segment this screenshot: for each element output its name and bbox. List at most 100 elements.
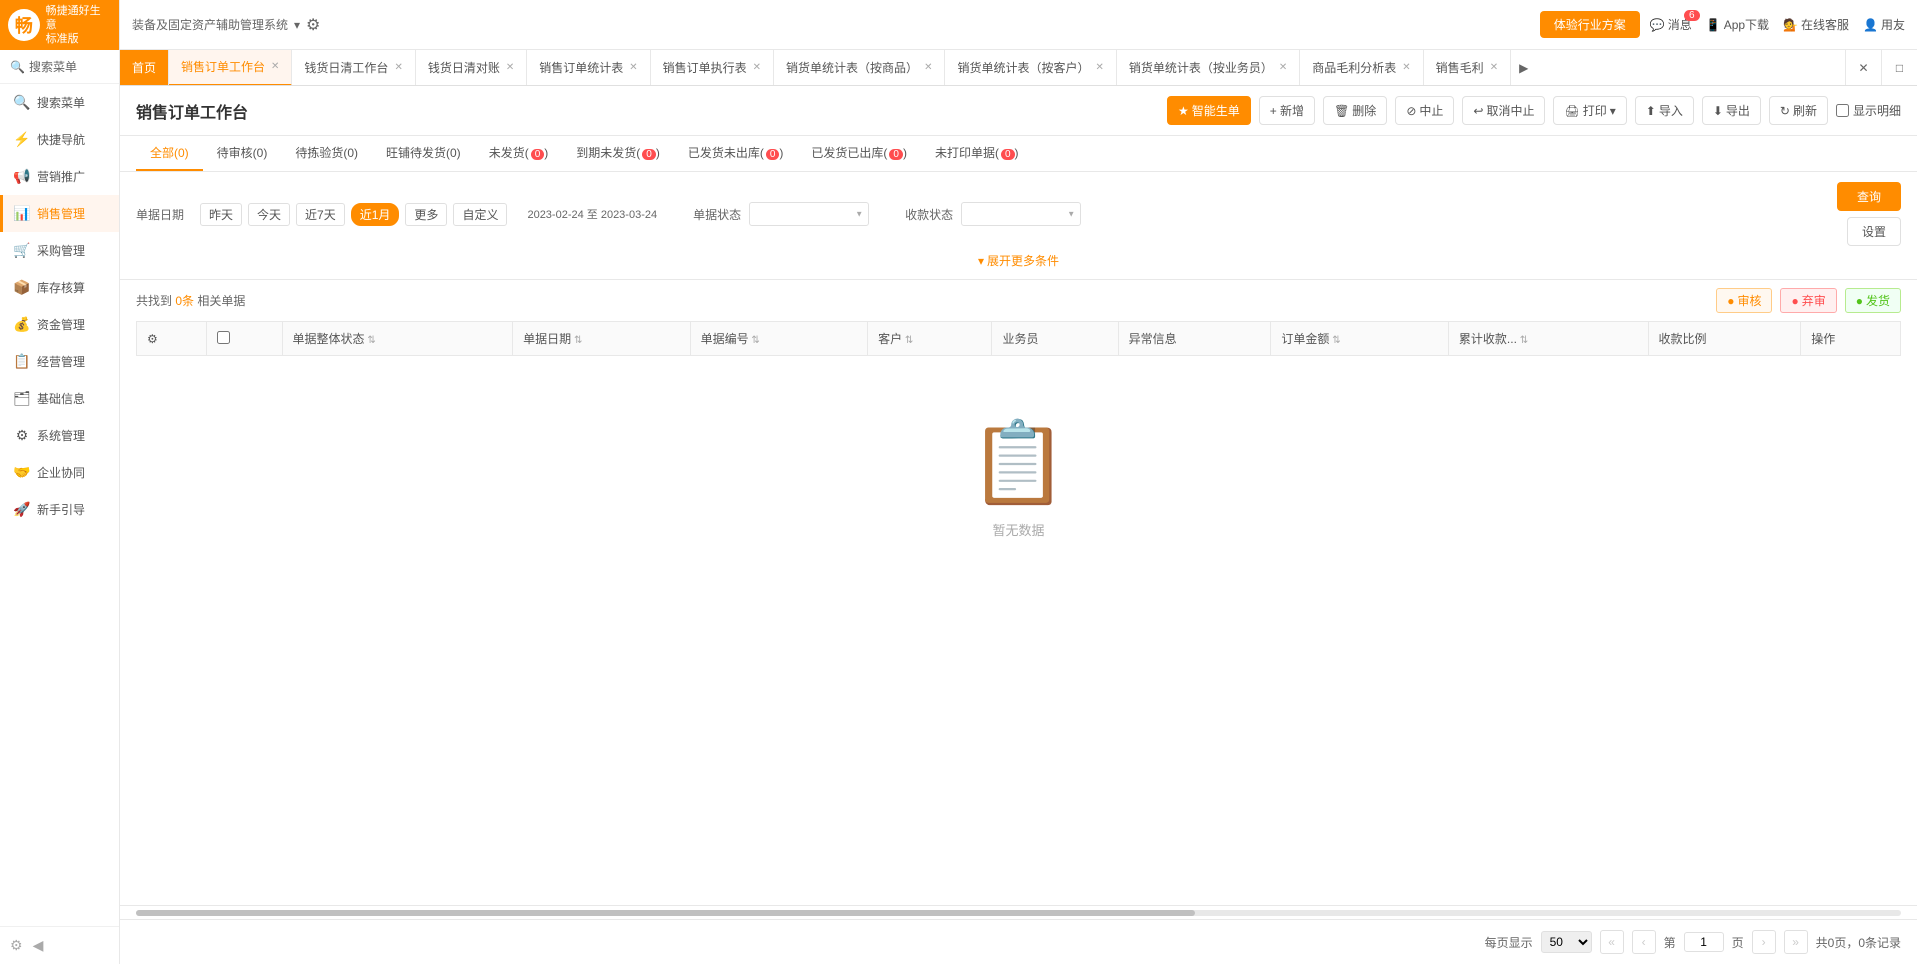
last-page-button[interactable]: » bbox=[1784, 930, 1808, 954]
date-btn-近1月[interactable]: 近1月 bbox=[351, 203, 400, 226]
tab-close-sales_stats[interactable]: ✕ bbox=[629, 62, 637, 73]
tab-sales_workbench[interactable]: 销售订单工作台✕ bbox=[169, 50, 292, 86]
tab-close-cash_daily[interactable]: ✕ bbox=[394, 62, 402, 73]
tab-close-gross_profit[interactable]: ✕ bbox=[1402, 62, 1410, 73]
cancel-stop-button[interactable]: ↩ 取消中止 bbox=[1462, 96, 1545, 125]
per-page-select[interactable]: 102050100 bbox=[1541, 931, 1592, 953]
date-btn-自定义[interactable]: 自定义 bbox=[453, 203, 507, 226]
sub-tab-shipped_not_in[interactable]: 已发货未出库(0) bbox=[674, 136, 798, 171]
col-header-date[interactable]: 单据日期 ⇅ bbox=[513, 322, 690, 356]
online-service-item[interactable]: 💁 在线客服 bbox=[1783, 16, 1849, 33]
tab-cash_account[interactable]: 钱货日清对账✕ bbox=[416, 50, 527, 86]
sort-icon-collected[interactable]: ⇅ bbox=[1517, 335, 1528, 346]
sort-icon-date[interactable]: ⇅ bbox=[571, 335, 582, 346]
print-button[interactable]: 🖨 打印 ▾ bbox=[1553, 96, 1626, 125]
tab-close-sales_more[interactable]: ✕ bbox=[1490, 62, 1498, 73]
sidebar-item-sales[interactable]: 📊销售管理 bbox=[0, 195, 119, 232]
prev-page-button[interactable]: ‹ bbox=[1632, 930, 1656, 954]
tab-close-sales_by_staff[interactable]: ✕ bbox=[1279, 62, 1287, 73]
sidebar-item-marketing[interactable]: 📢营销推广 bbox=[0, 158, 119, 195]
tab-sales_more[interactable]: 销售毛利✕ bbox=[1424, 50, 1511, 86]
select-all-checkbox[interactable] bbox=[217, 331, 230, 344]
sidebar-item-purchase[interactable]: 🛒采购管理 bbox=[0, 232, 119, 269]
sidebar-search[interactable]: 🔍 搜索菜单 bbox=[0, 50, 119, 84]
sidebar-item-enterprise[interactable]: 🤝企业协同 bbox=[0, 454, 119, 491]
sub-tab-all[interactable]: 全部(0) bbox=[136, 136, 203, 171]
sub-tab-shipped_out[interactable]: 已发货已出库(0) bbox=[797, 136, 921, 171]
col-header-collected[interactable]: 累计收款... ⇅ bbox=[1448, 322, 1648, 356]
sidebar-item-basic[interactable]: 🗂基础信息 bbox=[0, 380, 119, 417]
refresh-button[interactable]: ↻ 刷新 bbox=[1769, 96, 1828, 125]
ship-button[interactable]: ● 发货 bbox=[1845, 288, 1901, 313]
tab-close-sales_by_product[interactable]: ✕ bbox=[924, 62, 932, 73]
sidebar-item-system[interactable]: ⚙系统管理 bbox=[0, 417, 119, 454]
tab-close-sales_exec[interactable]: ✕ bbox=[753, 62, 761, 73]
query-button[interactable]: 查询 bbox=[1837, 182, 1901, 211]
sort-icon-status[interactable]: ⇅ bbox=[365, 335, 376, 346]
sub-tab-wangpu_pending[interactable]: 旺铺待发货(0) bbox=[372, 136, 475, 171]
col-header-amount[interactable]: 订单金额 ⇅ bbox=[1271, 322, 1448, 356]
tab-gross_profit[interactable]: 商品毛利分析表✕ bbox=[1300, 50, 1423, 86]
sidebar-item-guide[interactable]: 🚀新手引导 bbox=[0, 491, 119, 528]
tab-more-button[interactable]: ▶ bbox=[1511, 61, 1536, 75]
sort-icon-customer[interactable]: ⇅ bbox=[902, 335, 913, 346]
settings-bottom-icon[interactable]: ⚙ bbox=[10, 937, 23, 954]
tab-restore-button[interactable]: ✕ bbox=[1845, 50, 1881, 86]
sidebar-item-quicknav[interactable]: ⚡快捷导航 bbox=[0, 121, 119, 158]
smart-create-button[interactable]: ★ 智能生单 bbox=[1167, 96, 1251, 125]
tab-home[interactable]: 首页 bbox=[120, 50, 169, 86]
industry-solution-button[interactable]: 体验行业方案 bbox=[1540, 11, 1640, 38]
show-detail-toggle[interactable]: 显示明细 bbox=[1836, 102, 1901, 119]
status-dropdown[interactable] bbox=[749, 202, 869, 226]
tab-sales_stats[interactable]: 销售订单统计表✕ bbox=[527, 50, 650, 86]
sidebar-item-inventory[interactable]: 📦库存核算 bbox=[0, 269, 119, 306]
tab-expand-button[interactable]: □ bbox=[1881, 50, 1917, 86]
sort-icon-amount[interactable]: ⇅ bbox=[1329, 335, 1340, 346]
sub-tab-pending_review[interactable]: 待审核(0) bbox=[203, 136, 282, 171]
col-header-status[interactable]: 单据整体状态 ⇅ bbox=[282, 322, 513, 356]
sort-icon-number[interactable]: ⇅ bbox=[749, 335, 760, 346]
dropdown-arrow-icon[interactable]: ▾ bbox=[294, 18, 300, 32]
tab-cash_daily[interactable]: 钱货日清工作台✕ bbox=[292, 50, 415, 86]
message-icon-item[interactable]: 💬 6 消息 bbox=[1650, 16, 1692, 33]
sidebar-item-finance[interactable]: 💰资金管理 bbox=[0, 306, 119, 343]
scrollbar-thumb[interactable] bbox=[136, 910, 1195, 916]
set-button[interactable]: 设置 bbox=[1847, 217, 1901, 246]
collapse-icon[interactable]: ◀ bbox=[33, 937, 44, 954]
expand-conditions-button[interactable]: ▾ 展开更多条件 bbox=[978, 252, 1059, 269]
column-setting-icon[interactable]: ⚙ bbox=[147, 332, 158, 346]
tab-close-cash_account[interactable]: ✕ bbox=[506, 62, 514, 73]
audit-button[interactable]: ● 审核 bbox=[1716, 288, 1772, 313]
anti-audit-button[interactable]: ● 弃审 bbox=[1780, 288, 1836, 313]
import-button[interactable]: ⬆ 导入 bbox=[1635, 96, 1694, 125]
settings-gear-button[interactable]: ⚙ bbox=[306, 15, 320, 35]
date-btn-更多[interactable]: 更多 bbox=[405, 203, 447, 226]
sub-tab-pending_inspect[interactable]: 待拣验货(0) bbox=[281, 136, 372, 171]
col-header-number[interactable]: 单据编号 ⇅ bbox=[690, 322, 867, 356]
payment-dropdown[interactable] bbox=[961, 202, 1081, 226]
sub-tab-not_printed[interactable]: 未打印单据(0) bbox=[921, 136, 1033, 171]
tab-close-sales_workbench[interactable]: ✕ bbox=[271, 61, 279, 72]
app-download-item[interactable]: 📱 App下载 bbox=[1706, 16, 1769, 33]
tab-sales_exec[interactable]: 销售订单执行表✕ bbox=[651, 50, 774, 86]
tab-sales_by_customer[interactable]: 销货单统计表（按客户）✕ bbox=[945, 50, 1116, 86]
date-btn-昨天[interactable]: 昨天 bbox=[200, 203, 242, 226]
tab-sales_by_product[interactable]: 销货单统计表（按商品）✕ bbox=[774, 50, 945, 86]
tab-sales_by_staff[interactable]: 销货单统计表（按业务员）✕ bbox=[1117, 50, 1300, 86]
user-item[interactable]: 👤 用友 bbox=[1863, 16, 1905, 33]
export-button[interactable]: ⬇ 导出 bbox=[1702, 96, 1761, 125]
page-input[interactable] bbox=[1684, 932, 1724, 952]
next-page-button[interactable]: › bbox=[1752, 930, 1776, 954]
delete-button[interactable]: 🗑 删除 bbox=[1323, 96, 1387, 125]
add-button[interactable]: + 新增 bbox=[1259, 96, 1315, 125]
date-btn-今天[interactable]: 今天 bbox=[248, 203, 290, 226]
sub-tab-not_shipped[interactable]: 未发货(0) bbox=[475, 136, 563, 171]
sidebar-item-search[interactable]: 🔍搜索菜单 bbox=[0, 84, 119, 121]
col-header-customer[interactable]: 客户 ⇅ bbox=[868, 322, 992, 356]
sub-tab-expired_not_shipped[interactable]: 到期未发货(0) bbox=[562, 136, 674, 171]
show-detail-checkbox[interactable] bbox=[1836, 104, 1849, 117]
date-btn-近7天[interactable]: 近7天 bbox=[296, 203, 345, 226]
tab-close-sales_by_customer[interactable]: ✕ bbox=[1095, 62, 1103, 73]
first-page-button[interactable]: « bbox=[1600, 930, 1624, 954]
sidebar-item-operation[interactable]: 📋经营管理 bbox=[0, 343, 119, 380]
